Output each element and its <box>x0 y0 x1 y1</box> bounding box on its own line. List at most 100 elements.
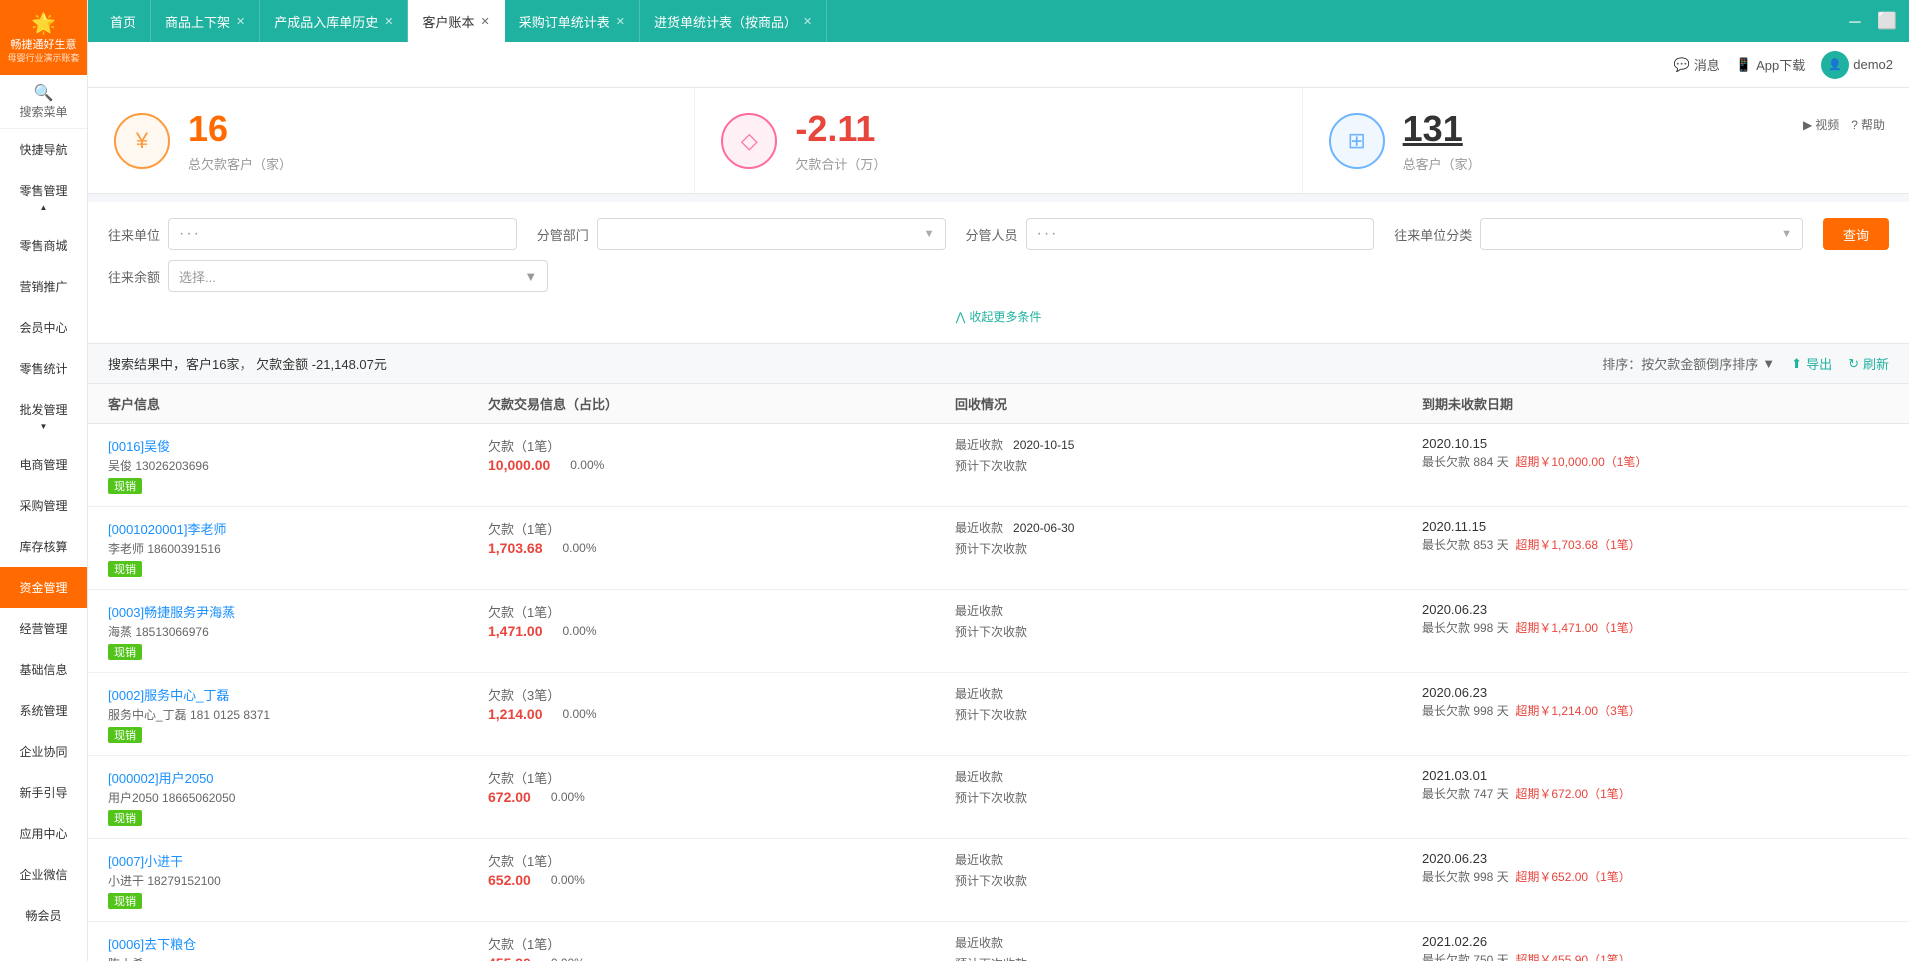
balance-select[interactable]: 选择... ▼ <box>168 260 548 292</box>
due-date-5: 2020.06.23 <box>1422 851 1889 866</box>
debt-ratio-3: 0.00% <box>563 707 597 721</box>
sidebar-item-purchase-mgmt[interactable]: 采购管理 <box>0 485 87 526</box>
help-button[interactable]: ? 帮助 <box>1851 116 1885 133</box>
recovery-info-2: 最近收款 预计下次收款 <box>955 602 1422 640</box>
recovery-info-3: 最近收款 预计下次收款 <box>955 685 1422 723</box>
filter-coming-unit: 往来单位 ··· <box>108 218 517 250</box>
coming-unit-input[interactable]: ··· <box>168 218 517 250</box>
card-content-1: 16 总欠款客户（家） <box>188 108 670 173</box>
maximize-button[interactable]: ⬜ <box>1873 7 1901 35</box>
debt-count-0: 欠款（1笔） <box>488 436 955 455</box>
customer-name-link-4[interactable]: [000002]用户2050 <box>108 771 214 786</box>
customer-name-link-6[interactable]: [0006]去下粮仓 <box>108 937 196 952</box>
sidebar-item-basic-info[interactable]: 基础信息 <box>0 649 87 690</box>
sidebar-item-enterprise-wx[interactable]: 企业微信 <box>0 854 87 895</box>
sidebar-item-vip[interactable]: 畅会员 <box>0 895 87 936</box>
overdue-link-1[interactable]: 超期￥1,703.68（1笔） <box>1515 538 1640 552</box>
card-label-1: 总欠款客户（家） <box>188 154 670 173</box>
due-date-6: 2021.02.26 <box>1422 934 1889 949</box>
video-help-button[interactable]: ▶ 视频 <box>1803 116 1839 133</box>
refresh-icon: ↻ <box>1848 356 1859 372</box>
customer-name-link-5[interactable]: [0007]小进干 <box>108 854 183 869</box>
customer-name-link-1[interactable]: [0001020001]李老师 <box>108 522 227 537</box>
due-date-1: 2020.11.15 <box>1422 519 1889 534</box>
search-button[interactable]: 查询 <box>1823 218 1889 250</box>
next-payment-5: 预计下次收款 <box>955 872 1422 889</box>
tab-close-purchase-stats[interactable]: ✕ <box>803 15 812 28</box>
export-button[interactable]: ⬆ 导出 <box>1791 354 1832 373</box>
sort-select[interactable]: 排序：按欠款金额倒序排序 ▼ <box>1602 354 1775 373</box>
tab-purchase-order[interactable]: 采购订单统计表 ✕ <box>505 0 640 42</box>
unit-category-input[interactable]: ▼ <box>1480 218 1803 250</box>
sidebar-item-members[interactable]: 会员中心 <box>0 307 87 348</box>
sort-chevron-icon: ▼ <box>1762 356 1775 371</box>
tab-home[interactable]: 首页 <box>96 0 151 42</box>
overdue-link-5[interactable]: 超期￥652.00（1笔） <box>1515 870 1630 884</box>
overdue-link-6[interactable]: 超期￥455.90（1笔） <box>1515 953 1630 961</box>
sidebar-item-operation[interactable]: 经营管理 <box>0 608 87 649</box>
filter-collapse-button[interactable]: ⋀ 收起更多条件 <box>108 302 1889 331</box>
table-row: [0003]畅捷服务尹海蒸 海蒸 18513066976 现销 欠款（1笔） 1… <box>88 590 1909 673</box>
overdue-info-4: 2021.03.01 最长欠款 747 天 超期￥672.00（1笔） <box>1422 768 1889 802</box>
tab-close-customer-ledger[interactable]: ✕ <box>481 15 490 28</box>
overdue-link-0[interactable]: 超期￥10,000.00（1笔） <box>1515 455 1647 469</box>
recovery-info-5: 最近收款 预计下次收款 <box>955 851 1422 889</box>
customer-name-link-2[interactable]: [0003]畅捷服务尹海蒸 <box>108 605 235 620</box>
message-button[interactable]: 💬 消息 <box>1674 55 1720 74</box>
tab-purchase-stats[interactable]: 进货单统计表（按商品） ✕ <box>640 0 827 42</box>
refresh-button[interactable]: ↻ 刷新 <box>1848 354 1889 373</box>
sidebar-item-quick-nav[interactable]: 快捷导航 <box>0 129 87 170</box>
dept-input[interactable]: ▼ <box>597 218 946 250</box>
sidebar-item-retail-stats[interactable]: 零售统计 <box>0 348 87 389</box>
tab-close-purchase-order[interactable]: ✕ <box>616 15 625 28</box>
overdue-link-4[interactable]: 超期￥672.00（1笔） <box>1515 787 1630 801</box>
sidebar-item-marketing[interactable]: 营销推广 <box>0 266 87 307</box>
customer-name-link-3[interactable]: [0002]服务中心_丁磊 <box>108 688 229 703</box>
sidebar-item-batch-mgmt[interactable]: 批发管理 ▼ <box>0 389 87 444</box>
balance-label: 往来余额 <box>108 267 160 286</box>
sidebar-item-search-menu[interactable]: 🔍 搜索菜单 <box>0 75 87 129</box>
app-download-button[interactable]: 📱 App下载 <box>1736 55 1805 74</box>
sidebar-item-system[interactable]: 系统管理 <box>0 690 87 731</box>
last-date-0: 2020-10-15 <box>1006 438 1074 452</box>
last-payment-label-5: 最近收款 <box>955 851 1422 868</box>
result-actions: 排序：按欠款金额倒序排序 ▼ ⬆ 导出 ↻ 刷新 <box>1602 354 1889 373</box>
app-icon: 📱 <box>1736 57 1752 73</box>
overdue-link-3[interactable]: 超期￥1,214.00（3笔） <box>1515 704 1640 718</box>
tab-close-production-history[interactable]: ✕ <box>384 15 393 28</box>
sidebar-item-inventory[interactable]: 库存核算 <box>0 526 87 567</box>
customer-contact-3: 服务中心_丁磊 181 0125 8371 <box>108 706 488 723</box>
tab-close-product-listing[interactable]: ✕ <box>236 15 245 28</box>
debt-info-2: 欠款（1笔） 1,471.00 0.00% <box>488 602 955 639</box>
overdue-info-1: 2020.11.15 最长欠款 853 天 超期￥1,703.68（1笔） <box>1422 519 1889 553</box>
sidebar-item-retail-mall[interactable]: 零售商城 <box>0 225 87 266</box>
filter-person: 分管人员 ··· <box>966 218 1375 250</box>
minimize-button[interactable]: － <box>1841 7 1869 35</box>
sidebar-item-new-guide[interactable]: 新手引导 <box>0 772 87 813</box>
sidebar-item-ecommerce[interactable]: 电商管理 <box>0 444 87 485</box>
topbar-window-actions: － ⬜ <box>1841 7 1901 35</box>
sidebar-item-retail-mgmt[interactable]: 零售管理 ▲ <box>0 170 87 225</box>
filter-area: 往来单位 ··· 分管部门 ▼ 分管人员 <box>88 202 1909 344</box>
tab-product-listing[interactable]: 商品上下架 ✕ <box>151 0 260 42</box>
last-payment-label-2: 最近收款 <box>955 602 1422 619</box>
customer-name-link-0[interactable]: [0016]吴俊 <box>108 439 170 454</box>
overdue-detail-1: 最长欠款 853 天 超期￥1,703.68（1笔） <box>1422 536 1889 553</box>
debt-info-5: 欠款（1笔） 652.00 0.00% <box>488 851 955 888</box>
sidebar-item-enterprise[interactable]: 企业协同 <box>0 731 87 772</box>
dept-label: 分管部门 <box>537 225 589 244</box>
sidebar-item-finance[interactable]: 资金管理 <box>0 567 87 608</box>
table-container: 客户信息 欠款交易信息（占比） 回收情况 到期未收款日期 [0016]吴俊 吴俊… <box>88 384 1909 961</box>
debt-ratio-0: 0.00% <box>570 458 604 472</box>
user-profile-button[interactable]: 👤 demo2 <box>1821 51 1893 79</box>
customer-tag-0: 现销 <box>108 478 142 494</box>
overdue-info-2: 2020.06.23 最长欠款 998 天 超期￥1,471.00（1笔） <box>1422 602 1889 636</box>
export-icon: ⬆ <box>1791 356 1802 372</box>
customer-contact-0: 吴俊 13026203696 <box>108 457 488 474</box>
overdue-link-2[interactable]: 超期￥1,471.00（1笔） <box>1515 621 1640 635</box>
tab-customer-ledger[interactable]: 客户账本 ✕ <box>408 0 504 42</box>
person-input[interactable]: ··· <box>1026 218 1375 250</box>
tab-production-history[interactable]: 产成品入库单历史 ✕ <box>260 0 408 42</box>
help-icon: ? <box>1851 118 1858 132</box>
sidebar-item-app-center[interactable]: 应用中心 <box>0 813 87 854</box>
